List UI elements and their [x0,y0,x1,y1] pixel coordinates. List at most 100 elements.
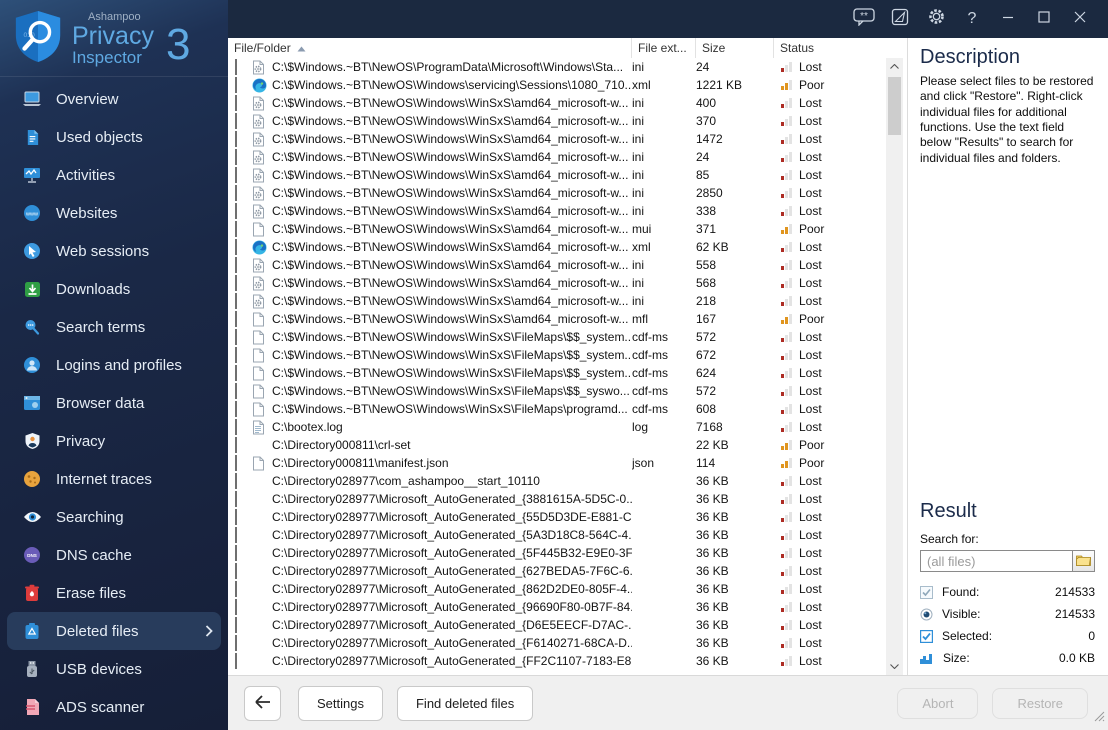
column-header-file-ext[interactable]: File ext... [632,38,696,58]
feedback-button[interactable]: ** [846,0,882,38]
sidebar-item-overview[interactable]: Overview [7,80,221,118]
table-row[interactable]: C:\$Windows.~BT\NewOS\Windows\WinSxS\Fil… [228,364,886,382]
row-checkbox[interactable] [235,329,237,345]
find-deleted-files-button[interactable]: Find deleted files [396,685,534,721]
table-row[interactable]: C:\$Windows.~BT\NewOS\Windows\WinSxS\amd… [228,256,886,274]
back-button[interactable] [244,685,281,721]
abort-button[interactable]: Abort [897,687,979,719]
table-row[interactable]: C:\$Windows.~BT\NewOS\Windows\WinSxS\Fil… [228,346,886,364]
row-checkbox[interactable] [235,203,237,219]
table-row[interactable]: C:\Directory028977\Microsoft_AutoGenerat… [228,562,886,580]
theme-button[interactable] [882,0,918,38]
resize-grip-icon[interactable] [1094,709,1105,727]
row-checkbox[interactable] [235,653,237,669]
help-button[interactable]: ? [954,0,990,38]
sidebar-item-websites[interactable]: www Websites [7,194,221,232]
row-checkbox[interactable] [235,221,237,237]
table-row[interactable]: C:\Directory028977\Microsoft_AutoGenerat… [228,652,886,670]
sidebar-item-web-sessions[interactable]: Web sessions [7,232,221,270]
table-row[interactable]: C:\$Windows.~BT\NewOS\Windows\WinSxS\Fil… [228,400,886,418]
row-checkbox[interactable] [235,599,237,615]
row-checkbox[interactable] [235,545,237,561]
table-row[interactable]: C:\$Windows.~BT\NewOS\Windows\WinSxS\amd… [228,112,886,130]
row-checkbox[interactable] [235,113,237,129]
sidebar-item-used-objects[interactable]: Used objects [7,118,221,156]
row-checkbox[interactable] [235,473,237,489]
sidebar-item-logins-and-profiles[interactable]: Logins and profiles [7,346,221,384]
maximize-button[interactable] [1026,0,1062,38]
row-checkbox[interactable] [235,509,237,525]
sidebar-item-erase-files[interactable]: Erase files [7,574,221,612]
table-row[interactable]: C:\$Windows.~BT\NewOS\Windows\WinSxS\amd… [228,184,886,202]
row-checkbox[interactable] [235,365,237,381]
column-header-status[interactable]: Status [774,38,886,58]
settings-button[interactable]: Settings [298,685,383,721]
table-row[interactable]: C:\Directory000811\crl-set 22 KB Poor [228,436,886,454]
table-row[interactable]: C:\$Windows.~BT\NewOS\Windows\WinSxS\Fil… [228,382,886,400]
table-row[interactable]: C:\$Windows.~BT\NewOS\Windows\WinSxS\amd… [228,292,886,310]
table-row[interactable]: C:\$Windows.~BT\NewOS\Windows\WinSxS\amd… [228,310,886,328]
column-header-size[interactable]: Size [696,38,774,58]
sidebar-item-ads-scanner[interactable]: ADS scanner [7,688,221,726]
row-checkbox[interactable] [235,635,237,651]
table-row[interactable]: C:\$Windows.~BT\NewOS\Windows\WinSxS\amd… [228,274,886,292]
column-header-file-folder[interactable]: File/Folder [228,38,632,58]
browse-folder-button[interactable] [1072,551,1094,571]
sidebar-item-privacy[interactable]: Privacy [7,422,221,460]
table-row[interactable]: C:\$Windows.~BT\NewOS\Windows\WinSxS\Fil… [228,328,886,346]
row-checkbox[interactable] [235,311,237,327]
table-row[interactable]: C:\Directory000811\manifest.json json 114 P… [228,454,886,472]
row-checkbox[interactable] [235,383,237,399]
row-checkbox[interactable] [235,581,237,597]
close-button[interactable] [1062,0,1098,38]
row-checkbox[interactable] [235,95,237,111]
table-scrollbar[interactable] [886,58,903,675]
scroll-down-button[interactable] [886,658,903,675]
row-checkbox[interactable] [235,347,237,363]
row-checkbox[interactable] [235,185,237,201]
sidebar-item-downloads[interactable]: Downloads [7,270,221,308]
table-row[interactable]: C:\Directory028977\com_ashampoo__start_1… [228,472,886,490]
row-checkbox[interactable] [235,617,237,633]
row-checkbox[interactable] [235,527,237,543]
sidebar-item-usb-devices[interactable]: USB devices [7,650,221,688]
row-checkbox[interactable] [235,275,237,291]
table-row[interactable]: C:\$Windows.~BT\NewOS\Windows\WinSxS\amd… [228,202,886,220]
table-row[interactable]: C:\Directory028977\Microsoft_AutoGenerat… [228,616,886,634]
sidebar-item-internet-traces[interactable]: Internet traces [7,460,221,498]
row-checkbox[interactable] [235,437,237,453]
table-row[interactable]: C:\Directory028977\Microsoft_AutoGenerat… [228,580,886,598]
row-checkbox[interactable] [235,293,237,309]
sidebar-item-dns-cache[interactable]: DNS DNS cache [7,536,221,574]
sidebar-item-search-terms[interactable]: Search terms [7,308,221,346]
row-checkbox[interactable] [235,257,237,273]
sidebar-item-activities[interactable]: Activities [7,156,221,194]
row-checkbox[interactable] [235,401,237,417]
row-checkbox[interactable] [235,563,237,579]
table-row[interactable]: C:\$Windows.~BT\NewOS\Windows\WinSxS\amd… [228,130,886,148]
table-row[interactable]: C:\$Windows.~BT\NewOS\Windows\WinSxS\amd… [228,148,886,166]
table-row[interactable]: C:\Directory028977\Microsoft_AutoGenerat… [228,508,886,526]
row-checkbox[interactable] [235,59,237,75]
restore-button[interactable]: Restore [992,687,1088,719]
sidebar-item-searching[interactable]: Searching [7,498,221,536]
table-row[interactable]: C:\$Windows.~BT\NewOS\Windows\WinSxS\amd… [228,238,886,256]
table-row[interactable]: C:\Directory028977\Microsoft_AutoGenerat… [228,526,886,544]
row-checkbox[interactable] [235,455,237,471]
table-row[interactable]: C:\$Windows.~BT\NewOS\Windows\WinSxS\amd… [228,220,886,238]
row-checkbox[interactable] [235,419,237,435]
row-checkbox[interactable] [235,77,237,93]
table-row[interactable]: C:\$Windows.~BT\NewOS\Windows\WinSxS\amd… [228,166,886,184]
table-row[interactable]: C:\bootex.log log 7168 Lost [228,418,886,436]
row-checkbox[interactable] [235,131,237,147]
table-row[interactable]: C:\$Windows.~BT\NewOS\ProgramData\Micros… [228,58,886,76]
minimize-button[interactable] [990,0,1026,38]
row-checkbox[interactable] [235,491,237,507]
sidebar-item-deleted-files[interactable]: Deleted files [7,612,221,650]
row-checkbox[interactable] [235,239,237,255]
table-row[interactable]: C:\Directory028977\Microsoft_AutoGenerat… [228,544,886,562]
table-row[interactable]: C:\Directory028977\Microsoft_AutoGenerat… [228,598,886,616]
search-input[interactable] [921,551,1072,571]
sidebar-item-browser-data[interactable]: Browser data [7,384,221,422]
table-row[interactable]: C:\$Windows.~BT\NewOS\Windows\WinSxS\amd… [228,94,886,112]
